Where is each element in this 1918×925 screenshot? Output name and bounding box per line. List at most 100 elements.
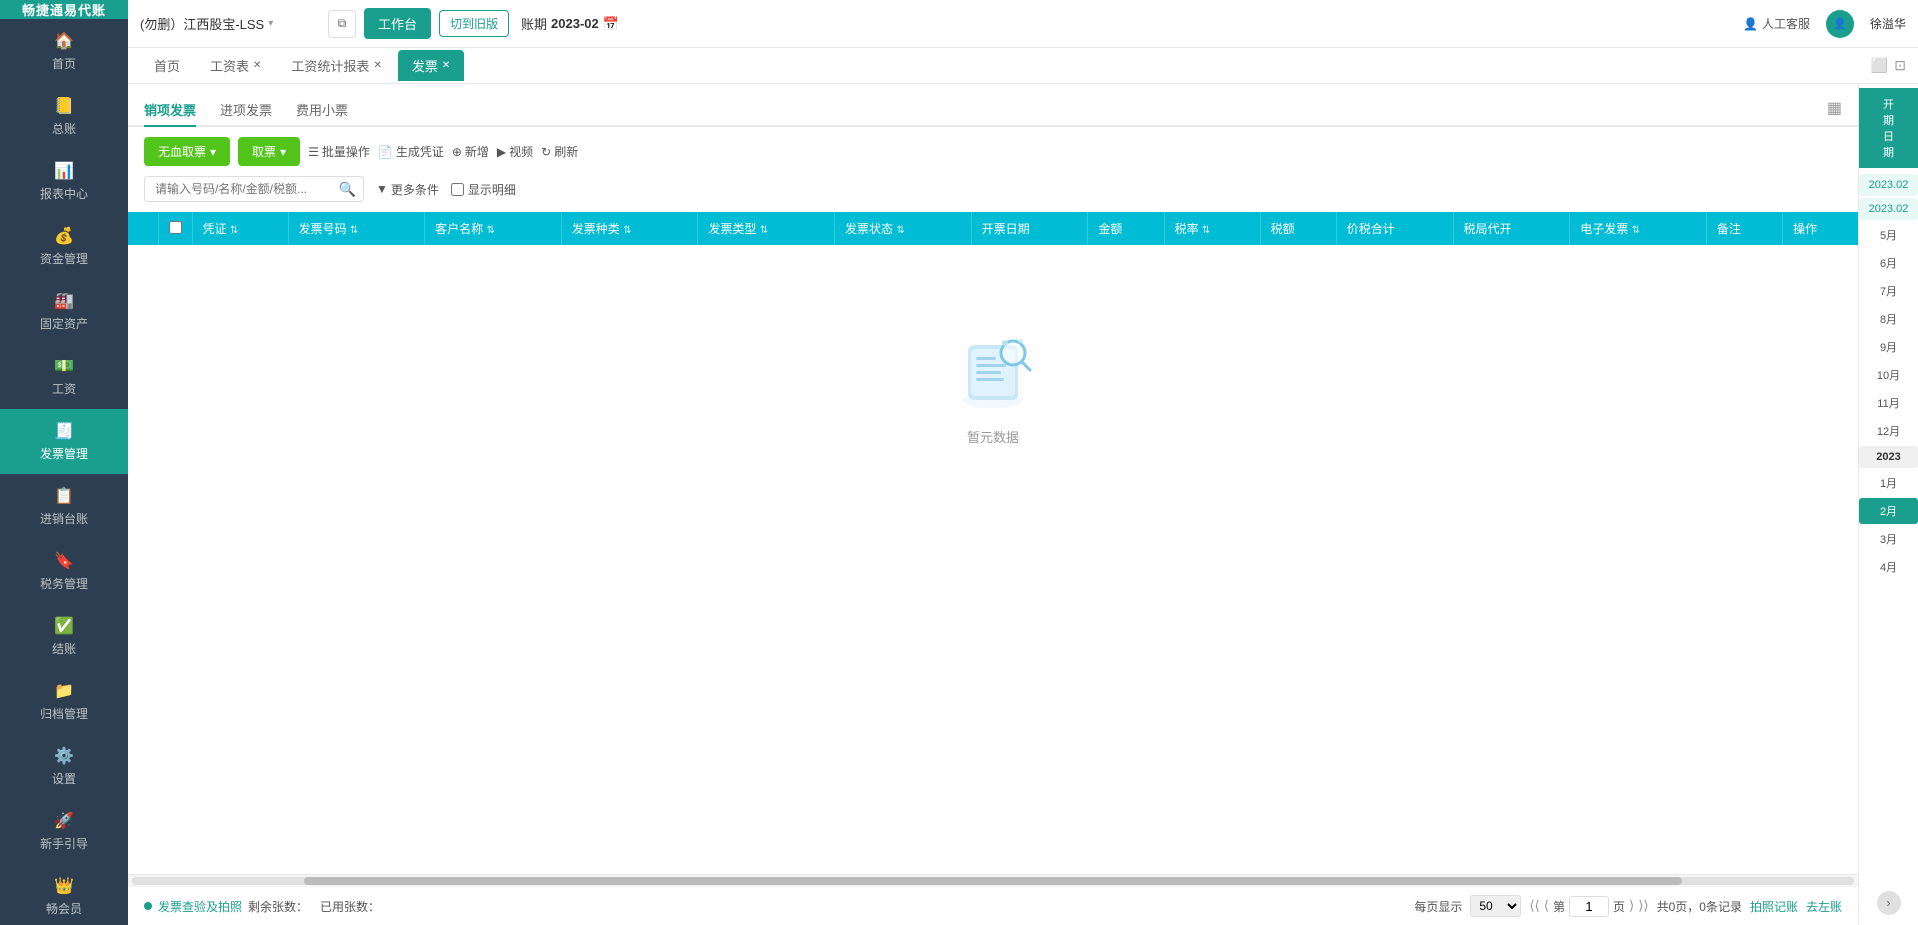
- sidebar-item-report[interactable]: 📊 报表中心: [0, 149, 128, 214]
- per-page-label: 每页显示: [1414, 898, 1462, 915]
- tab-home[interactable]: 首页: [140, 50, 194, 81]
- guide-icon: 🚀: [54, 811, 74, 831]
- tab-max-icon[interactable]: ⊡: [1894, 57, 1906, 74]
- import-button[interactable]: 拍照记账: [1750, 898, 1798, 915]
- date-month-7[interactable]: 7月: [1859, 278, 1918, 304]
- customer-sort-icon[interactable]: ⇅: [487, 225, 495, 236]
- page-input[interactable]: [1569, 896, 1609, 917]
- sidebar-item-settle[interactable]: ✅ 结账: [0, 604, 128, 669]
- prev-page-button[interactable]: ⟨: [1544, 898, 1549, 914]
- date-pinned-2[interactable]: 2023.02: [1859, 198, 1918, 220]
- date-month-10[interactable]: 10月: [1859, 362, 1918, 388]
- scrollbar-track[interactable]: [132, 877, 1854, 885]
- sidebar-item-assets[interactable]: 🏭 固定资产: [0, 279, 128, 344]
- date-month-12[interactable]: 12月: [1859, 418, 1918, 444]
- copy-button[interactable]: ⧉: [328, 10, 356, 38]
- invoice-table: 凭证 ⇅ 发票号码 ⇅ 客户名称 ⇅ 发票种类 ⇅: [128, 212, 1858, 245]
- first-page-button[interactable]: ⟨⟨: [1529, 898, 1539, 914]
- th-invoice-cat: 发票类型 ⇅: [698, 212, 835, 245]
- right-label[interactable]: 去左账: [1806, 898, 1842, 915]
- sub-tab-sales[interactable]: 销项发票: [144, 94, 196, 127]
- voucher-sort-icon[interactable]: ⇅: [230, 225, 238, 236]
- topbar: (勿删）江西股宝-LSS ▾ ⧉ 工作台 切到旧版 账期 2023-02 📅 👤…: [128, 0, 1918, 48]
- tab-salary-stats[interactable]: 工资统计报表 ✕: [277, 50, 395, 81]
- date-year-2023: 2023: [1859, 446, 1918, 468]
- th-open-date: 开票日期: [971, 212, 1088, 245]
- sidebar-item-sales[interactable]: 📋 进销台账: [0, 474, 128, 539]
- username[interactable]: 徐溢华: [1870, 15, 1906, 32]
- next-page-button[interactable]: ⟩: [1629, 898, 1634, 914]
- sidebar-item-guide[interactable]: 🚀 新手引导: [0, 799, 128, 864]
- gen-voucher-button[interactable]: 📄 生成凭证: [378, 143, 444, 160]
- report-icon: 📊: [54, 161, 74, 181]
- sidebar-item-settings[interactable]: ⚙️ 设置: [0, 734, 128, 799]
- date-month-3[interactable]: 3月: [1859, 526, 1918, 552]
- page-nav: ⟨⟨ ⟨ 第 页 ⟩ ⟩⟩: [1529, 896, 1648, 917]
- filter-button[interactable]: ▼ 更多条件: [376, 181, 439, 198]
- page-label-suffix: 页: [1613, 898, 1625, 915]
- sub-tab-purchase[interactable]: 进项发票: [220, 94, 272, 127]
- select-all-checkbox[interactable]: [169, 221, 182, 234]
- tax-icon: 🔖: [54, 551, 74, 571]
- scrollbar-thumb[interactable]: [304, 877, 1682, 885]
- footer: 发票查验及拍照 剩余张数： 已用张数： 每页显示 50 100 200 ⟨⟨ ⟨…: [128, 874, 1858, 925]
- new-button[interactable]: ⊕ 新增: [452, 143, 489, 160]
- open-period-button[interactable]: 开 期 日 期: [1859, 88, 1918, 168]
- date-month-5[interactable]: 5月: [1859, 222, 1918, 248]
- company-selector[interactable]: (勿删）江西股宝-LSS ▾: [140, 14, 320, 33]
- e-invoice-sort-icon[interactable]: ⇅: [1632, 225, 1640, 236]
- date-pinned-1[interactable]: 2023.02: [1859, 174, 1918, 196]
- grid-view-icon[interactable]: ▦: [1827, 98, 1842, 118]
- tax-rate-sort-icon[interactable]: ⇅: [1202, 225, 1210, 236]
- show-detail-checkbox[interactable]: 显示明细: [451, 181, 516, 198]
- invoice-type-sort-icon[interactable]: ⇅: [623, 225, 631, 236]
- date-month-1[interactable]: 1月: [1859, 470, 1918, 496]
- tab-restore-icon[interactable]: ⬜: [1871, 57, 1888, 74]
- old-version-button[interactable]: 切到旧版: [439, 10, 509, 37]
- invoice-no-sort-icon[interactable]: ⇅: [350, 225, 358, 236]
- date-month-6[interactable]: 6月: [1859, 250, 1918, 276]
- date-month-8[interactable]: 8月: [1859, 306, 1918, 332]
- sidebar-item-member[interactable]: 👑 畅会员: [0, 864, 128, 925]
- batch-ops-button[interactable]: ☰ 批量操作: [308, 143, 370, 160]
- video-icon: ▶: [497, 145, 506, 159]
- tab-invoice-close[interactable]: ✕: [442, 60, 450, 71]
- tab-salary-stats-close[interactable]: ✕: [373, 60, 381, 71]
- sidebar-item-salary[interactable]: 💵 工资: [0, 344, 128, 409]
- tax-button[interactable]: 取票 ▾: [238, 137, 300, 166]
- invoice-cat-sort-icon[interactable]: ⇅: [760, 225, 768, 236]
- verify-label[interactable]: 发票查验及拍照: [158, 898, 242, 915]
- new-icon: ⊕: [452, 145, 462, 159]
- date-month-9[interactable]: 9月: [1859, 334, 1918, 360]
- period-calendar-icon[interactable]: 📅: [603, 16, 619, 32]
- date-panel-collapse-button[interactable]: ›: [1877, 891, 1901, 915]
- invoice-status-sort-icon[interactable]: ⇅: [896, 225, 904, 236]
- sub-tab-expense[interactable]: 费用小票: [296, 94, 348, 127]
- tab-invoice[interactable]: 发票 ✕: [398, 50, 464, 81]
- show-detail-input[interactable]: [451, 183, 464, 196]
- sidebar-item-tax[interactable]: 🔖 税务管理: [0, 539, 128, 604]
- tab-salary-table[interactable]: 工资表 ✕: [196, 50, 275, 81]
- per-page-select[interactable]: 50 100 200: [1470, 895, 1521, 917]
- date-panel: 开 期 日 期 2023.02 2023.02 5月 6月 7月 8月 9月 1…: [1858, 84, 1918, 925]
- workspace-button[interactable]: 工作台: [364, 8, 431, 39]
- sidebar-item-archive[interactable]: 📁 归档管理: [0, 669, 128, 734]
- date-month-2-active[interactable]: 2月: [1859, 498, 1918, 524]
- refresh-button[interactable]: ↻ 刷新: [541, 143, 578, 160]
- service-button[interactable]: 👤 人工客服: [1743, 15, 1810, 32]
- date-month-4[interactable]: 4月: [1859, 554, 1918, 580]
- th-tax-code: 税局代开: [1453, 212, 1570, 245]
- avatar: 👤: [1826, 10, 1854, 38]
- sidebar-item-capital[interactable]: 💰 资金管理: [0, 214, 128, 279]
- th-tax-total: 价税合计: [1336, 212, 1453, 245]
- tab-salary-close[interactable]: ✕: [253, 60, 261, 71]
- search-input[interactable]: [144, 176, 364, 202]
- sidebar-item-ledger[interactable]: 📒 总账: [0, 84, 128, 149]
- sidebar-item-home[interactable]: 🏠 首页: [0, 19, 128, 84]
- video-button[interactable]: ▶ 视频: [497, 143, 533, 160]
- last-page-button[interactable]: ⟩⟩: [1638, 898, 1648, 914]
- no-tax-button[interactable]: 无血取票 ▾: [144, 137, 230, 166]
- sidebar-item-invoice[interactable]: 🧾 发票管理: [0, 409, 128, 474]
- th-invoice-status: 发票状态 ⇅: [835, 212, 972, 245]
- date-month-11[interactable]: 11月: [1859, 390, 1918, 416]
